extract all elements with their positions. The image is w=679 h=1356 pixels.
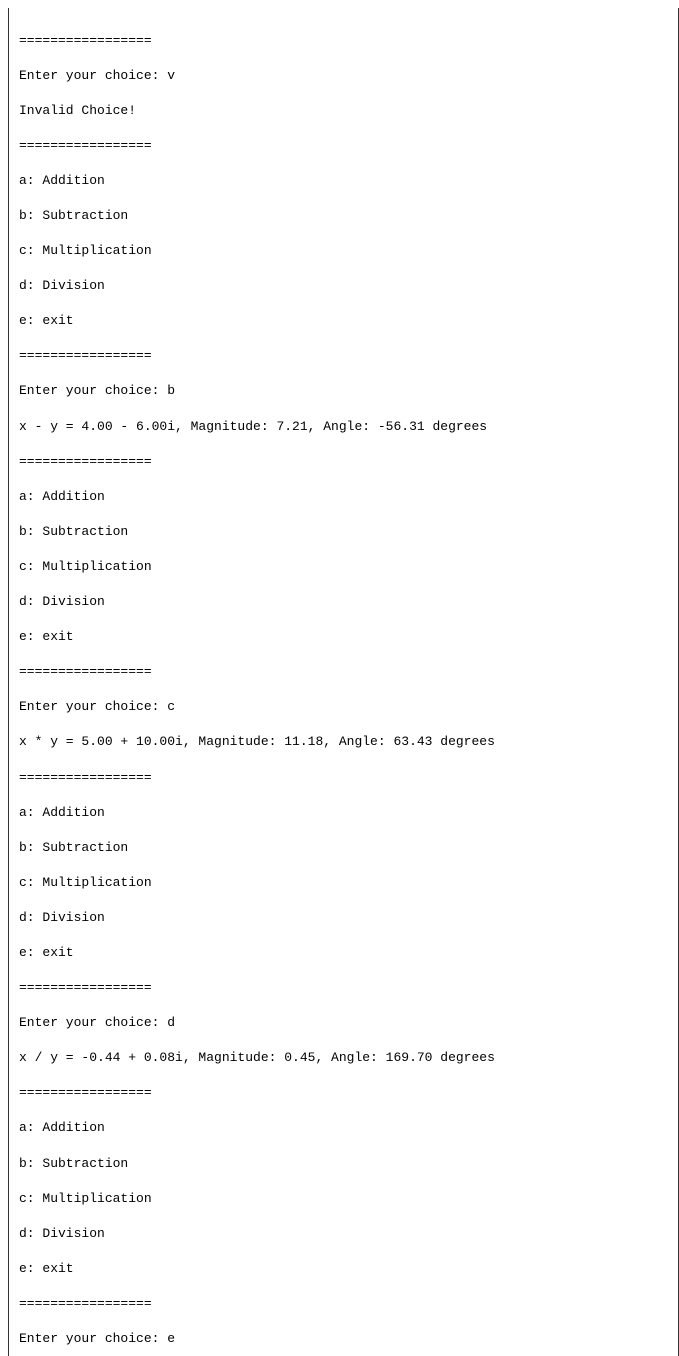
menu-item-b: b: Subtraction [19,1155,668,1173]
separator-line: ================= [19,453,668,471]
separator-line: ================= [19,769,668,787]
menu-item-e: e: exit [19,1260,668,1278]
prompt-label: Enter your choice: [19,699,167,714]
separator-line: ================= [19,137,668,155]
separator-line: ================= [19,979,668,997]
user-input: c [167,699,175,714]
menu-item-d: d: Division [19,909,668,927]
menu-item-e: e: exit [19,944,668,962]
menu-item-d: d: Division [19,593,668,611]
menu-item-a: a: Addition [19,488,668,506]
user-input: v [167,68,175,83]
separator-line: ================= [19,1084,668,1102]
menu-item-a: a: Addition [19,1119,668,1137]
prompt-label: Enter your choice: [19,383,167,398]
user-input: d [167,1015,175,1030]
prompt-line: Enter your choice: v [19,67,668,85]
result-line: x - y = 4.00 - 6.00i, Magnitude: 7.21, A… [19,418,668,436]
result-line: x / y = -0.44 + 0.08i, Magnitude: 0.45, … [19,1049,668,1067]
result-line: x * y = 5.00 + 10.00i, Magnitude: 11.18,… [19,733,668,751]
prompt-label: Enter your choice: [19,1331,167,1346]
prompt-label: Enter your choice: [19,1015,167,1030]
terminal-output: ================= Enter your choice: v I… [8,8,679,1356]
menu-item-d: d: Division [19,1225,668,1243]
separator-line: ================= [19,347,668,365]
menu-item-a: a: Addition [19,172,668,190]
menu-item-c: c: Multiplication [19,1190,668,1208]
user-input: b [167,383,175,398]
menu-item-c: c: Multiplication [19,558,668,576]
invalid-choice-message: Invalid Choice! [19,102,668,120]
separator-line: ================= [19,663,668,681]
prompt-line: Enter your choice: d [19,1014,668,1032]
menu-item-a: a: Addition [19,804,668,822]
prompt-line: Enter your choice: e [19,1330,668,1348]
menu-item-d: d: Division [19,277,668,295]
menu-item-b: b: Subtraction [19,839,668,857]
separator-line: ================= [19,1295,668,1313]
menu-item-c: c: Multiplication [19,874,668,892]
menu-item-c: c: Multiplication [19,242,668,260]
prompt-line: Enter your choice: b [19,382,668,400]
menu-item-b: b: Subtraction [19,523,668,541]
menu-item-e: e: exit [19,312,668,330]
prompt-line: Enter your choice: c [19,698,668,716]
user-input: e [167,1331,175,1346]
separator-line: ================= [19,32,668,50]
menu-item-b: b: Subtraction [19,207,668,225]
menu-item-e: e: exit [19,628,668,646]
prompt-label: Enter your choice: [19,68,167,83]
